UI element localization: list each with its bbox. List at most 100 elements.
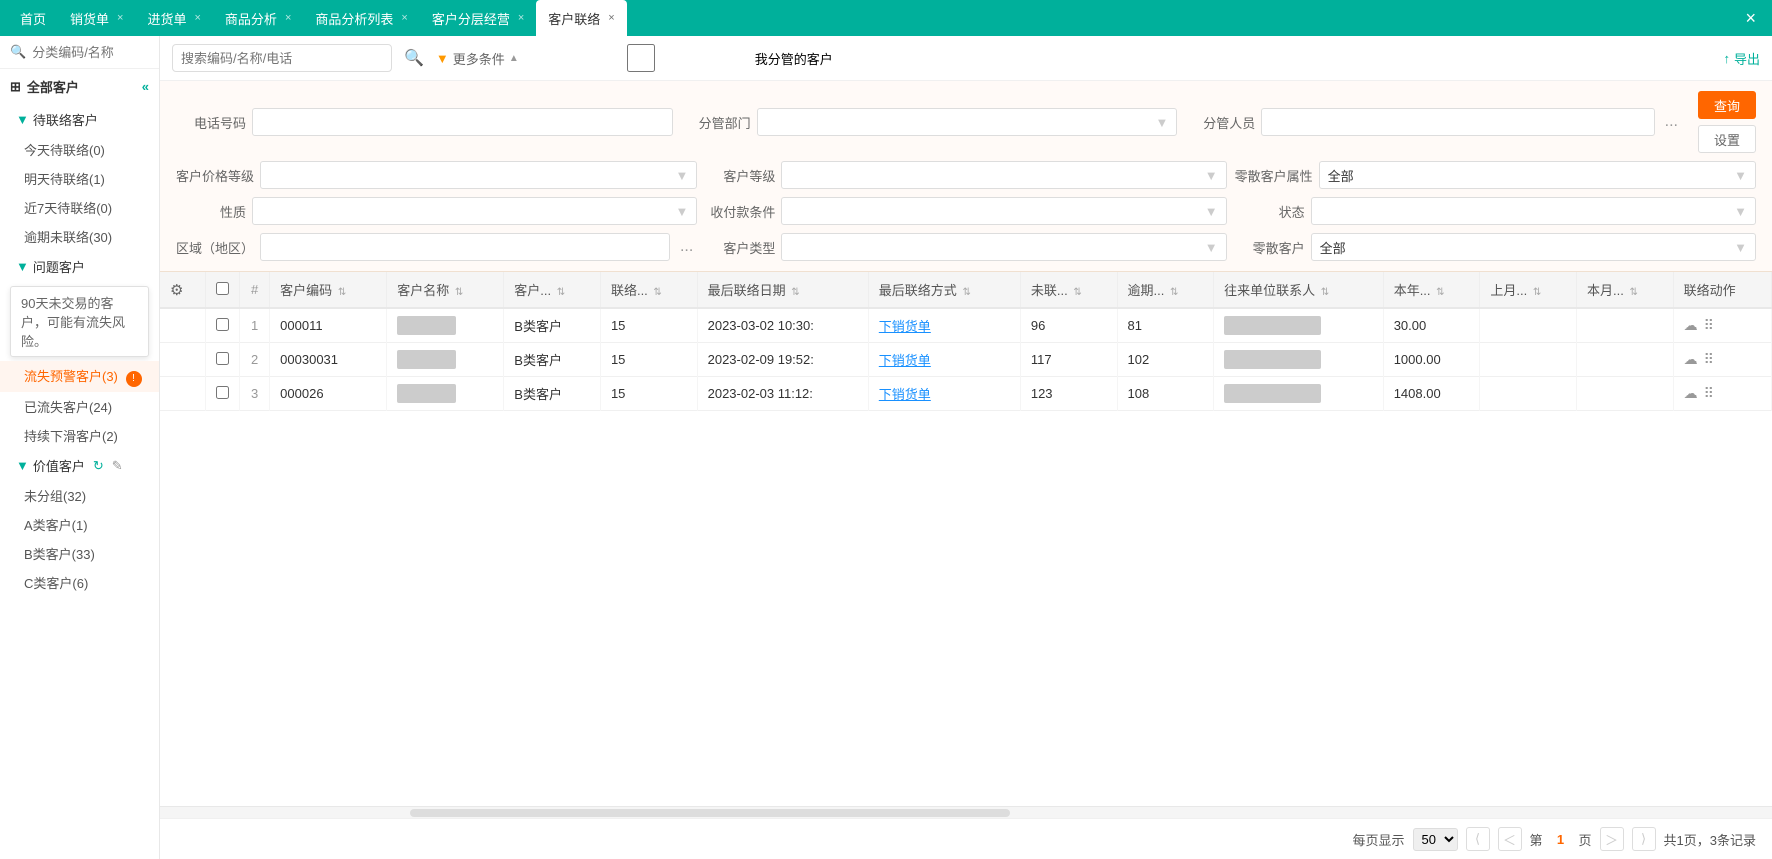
close-icon[interactable]: × <box>194 12 200 24</box>
row-checkbox[interactable] <box>216 352 229 365</box>
my-customers-checkbox[interactable] <box>531 44 751 72</box>
last-contact-date-column-header[interactable]: 最后联络日期 ⇅ <box>697 272 868 308</box>
sidebar-item-7days[interactable]: 近7天待联络(0) <box>0 193 159 222</box>
this-year-column-header[interactable]: 本年... ⇅ <box>1383 272 1480 308</box>
grid-icon: ⊞ <box>10 79 21 95</box>
close-icon[interactable]: × <box>285 12 291 24</box>
my-customers-checkbox-label[interactable]: 我分管的客户 <box>531 44 833 72</box>
search-input[interactable] <box>172 44 392 72</box>
tab-home[interactable]: 首页 <box>8 0 58 36</box>
row-checkbox[interactable] <box>216 318 229 331</box>
this-month-column-header[interactable]: 本月... ⇅ <box>1577 272 1674 308</box>
tab-customer-contact[interactable]: 客户联络 × <box>536 0 626 36</box>
group-problem-customers[interactable]: ▼ 问题客户 <box>0 251 159 282</box>
tab-purchase[interactable]: 进货单 × <box>135 0 212 36</box>
row-level: B类客户 <box>504 308 601 343</box>
phone-input[interactable] <box>252 108 673 136</box>
tab-sales[interactable]: 销货单 × <box>58 0 135 36</box>
select-all-checkbox[interactable] <box>216 282 229 295</box>
sidebar-item-today[interactable]: 今天待联络(0) <box>0 135 159 164</box>
settings-gear-icon[interactable]: ⚙ <box>170 282 183 299</box>
sidebar-item-declining[interactable]: 持续下滑客户(2) <box>0 421 159 450</box>
name-column-header[interactable]: 客户名称 ⇅ <box>387 272 504 308</box>
manager-select[interactable] <box>1261 108 1654 136</box>
region-more-button[interactable]: ... <box>676 238 697 256</box>
status-select[interactable]: ▼ <box>1311 197 1756 225</box>
row-name[interactable]: ██ <box>387 343 504 377</box>
last-month-column-header[interactable]: 上月... ⇅ <box>1480 272 1577 308</box>
customer-level-select[interactable]: ▼ <box>781 161 1226 189</box>
row-checkbox[interactable] <box>216 386 229 399</box>
tab-product-analysis[interactable]: 商品分析 × <box>213 0 303 36</box>
row-name[interactable]: ██ <box>387 308 504 343</box>
sidebar-item-tomorrow[interactable]: 明天待联络(1) <box>0 164 159 193</box>
search-button[interactable]: 🔍 <box>404 48 424 68</box>
export-button[interactable]: ↑ 导出 <box>1723 49 1760 68</box>
more-action-icon[interactable]: ⠿ <box>1704 351 1714 368</box>
edit-icon[interactable]: ✎ <box>112 458 123 474</box>
tab-product-analysis-list[interactable]: 商品分析列表 × <box>303 0 419 36</box>
group-value-customers[interactable]: ▼ 价值客户 ↻ ✎ <box>0 450 159 481</box>
row-name[interactable]: ██ <box>387 377 504 411</box>
sidebar-item-class-c[interactable]: C类客户(6) <box>0 568 159 597</box>
tab-customer-segmentation[interactable]: 客户分层经营 × <box>420 0 536 36</box>
settings-button[interactable]: 设置 <box>1698 125 1756 153</box>
department-select[interactable]: ▼ <box>757 108 1178 136</box>
more-conditions-button[interactable]: ▼ 更多条件 ▲ <box>436 49 519 68</box>
no-contact-column-header[interactable]: 未联... ⇅ <box>1020 272 1117 308</box>
query-button[interactable]: 查询 <box>1698 91 1756 119</box>
contact-action-icon[interactable]: ☁ <box>1684 385 1698 402</box>
last-page-button[interactable]: ⟩ <box>1632 827 1656 851</box>
customer-type-select[interactable]: ▼ <box>781 233 1226 261</box>
sidebar-item-churned[interactable]: 已流失客户(24) <box>0 392 159 421</box>
chevron-down-icon: ▼ <box>1734 240 1747 255</box>
more-action-icon[interactable]: ⠿ <box>1704 385 1714 402</box>
payment-select[interactable]: ▼ <box>781 197 1226 225</box>
code-column-header[interactable]: 客户编码 ⇅ <box>270 272 387 308</box>
contact-column-header[interactable]: 联络... ⇅ <box>600 272 697 308</box>
window-close-button[interactable]: × <box>1737 8 1764 29</box>
sidebar-item-class-a[interactable]: A类客户(1) <box>0 510 159 539</box>
sidebar-item-overdue[interactable]: 逾期未联络(30) <box>0 222 159 251</box>
overdue-column-header[interactable]: 逾期... ⇅ <box>1117 272 1214 308</box>
table-header-row: ⚙ # 客户编码 ⇅ 客户名称 ⇅ <box>160 272 1772 308</box>
sort-icon: ⇅ <box>653 287 661 298</box>
sort-icon: ⇅ <box>1321 287 1329 298</box>
price-level-select[interactable]: ▼ <box>260 161 697 189</box>
manager-more-button[interactable]: ... <box>1661 113 1682 131</box>
pending-contact-items: 今天待联络(0) 明天待联络(1) 近7天待联络(0) 逾期未联络(30) <box>0 135 159 251</box>
all-customers-header[interactable]: ⊞ 全部客户 « <box>0 69 159 104</box>
settings-column-header[interactable]: ⚙ <box>160 272 206 308</box>
close-icon[interactable]: × <box>608 12 614 24</box>
sidebar-search-input[interactable] <box>32 45 149 60</box>
first-page-button[interactable]: ⟨ <box>1466 827 1490 851</box>
filter-customer-type: 客户类型 ▼ <box>705 233 1226 261</box>
horizontal-scrollbar[interactable] <box>160 806 1772 818</box>
group-pending-contact[interactable]: ▼ 待联络客户 <box>0 104 159 135</box>
gender-select[interactable]: ▼ <box>252 197 697 225</box>
level-column-header[interactable]: 客户... ⇅ <box>504 272 601 308</box>
zero-attr-select[interactable]: 全部 ▼ <box>1319 161 1756 189</box>
row-last-contact-method[interactable]: 下销货单 <box>868 377 1020 411</box>
page-size-select[interactable]: 50 <box>1413 828 1458 851</box>
zero-retail-select[interactable]: 全部 ▼ <box>1311 233 1756 261</box>
collapse-icon[interactable]: « <box>142 79 149 94</box>
next-page-button[interactable]: ＞ <box>1600 827 1624 851</box>
region-select[interactable] <box>260 233 670 261</box>
sidebar-item-ungrouped[interactable]: 未分组(32) <box>0 481 159 510</box>
refresh-icon[interactable]: ↻ <box>93 458 104 474</box>
row-last-contact-method[interactable]: 下销货单 <box>868 343 1020 377</box>
scrollbar-thumb[interactable] <box>410 809 1010 817</box>
more-action-icon[interactable]: ⠿ <box>1704 317 1714 334</box>
unit-contact-column-header[interactable]: 往来单位联系人 ⇅ <box>1214 272 1384 308</box>
contact-action-icon[interactable]: ☁ <box>1684 351 1698 368</box>
sidebar-item-churn-warning[interactable]: 流失预警客户(3) ! <box>0 361 159 392</box>
row-last-contact-method[interactable]: 下销货单 <box>868 308 1020 343</box>
close-icon[interactable]: × <box>518 12 524 24</box>
last-contact-method-column-header[interactable]: 最后联络方式 ⇅ <box>868 272 1020 308</box>
close-icon[interactable]: × <box>117 12 123 24</box>
contact-action-icon[interactable]: ☁ <box>1684 317 1698 334</box>
prev-page-button[interactable]: ＜ <box>1498 827 1522 851</box>
close-icon[interactable]: × <box>401 12 407 24</box>
sidebar-item-class-b[interactable]: B类客户(33) <box>0 539 159 568</box>
